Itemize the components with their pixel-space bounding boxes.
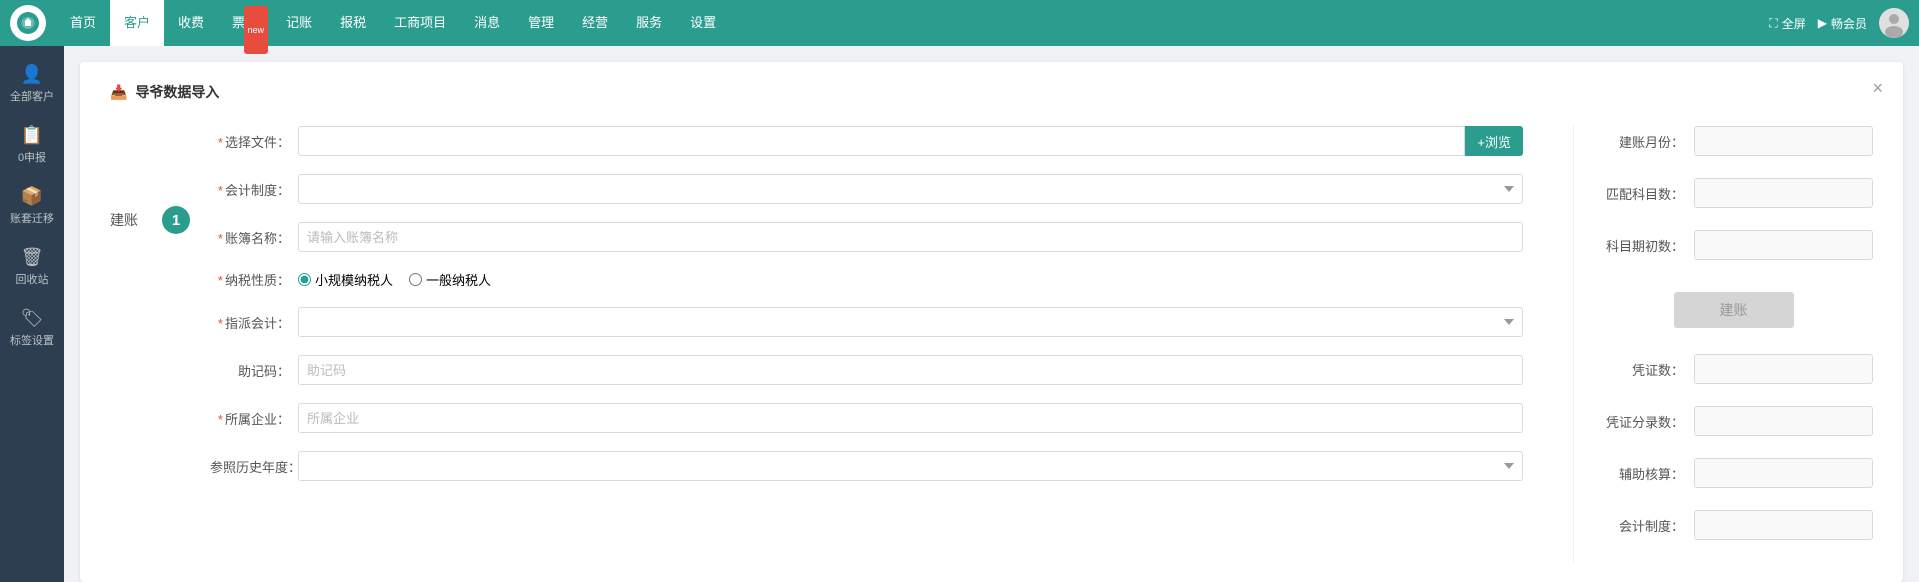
nav-right: ⛶ 全屏 ▶ 畅会员 <box>1769 8 1909 38</box>
history-year-label: 参照历史年度： <box>210 457 290 476</box>
nav-invoice[interactable]: 票据 new <box>218 0 272 46</box>
dialog-header: 📥 导爷数据导入 <box>110 82 1873 102</box>
file-row: *选择文件： +浏览 <box>210 126 1523 156</box>
file-input[interactable] <box>298 126 1465 156</box>
match-subjects-label: 匹配科目数： <box>1594 184 1684 203</box>
period-init-label: 科目期初数： <box>1594 236 1684 255</box>
period-init-value <box>1694 230 1873 260</box>
auxiliary-value <box>1694 458 1873 488</box>
sidebar-item-migration[interactable]: 📦 账套迁移 <box>0 178 64 234</box>
layout: 👤 全部客户 📋 0申报 📦 账套迁移 🗑 回收站 🏷 标签设置 📥 导爷数据导… <box>0 46 1919 582</box>
migration-icon: 📦 <box>21 186 43 207</box>
nav-service[interactable]: 服务 <box>622 0 676 46</box>
nav-message[interactable]: 消息 <box>460 0 514 46</box>
sidebar-item-recycle[interactable]: 🗑 回收站 <box>0 239 64 295</box>
match-subjects-row: 匹配科目数： <box>1594 178 1873 208</box>
member-button[interactable]: ▶ 畅会员 <box>1818 15 1867 32</box>
fullscreen-icon: ⛶ <box>1769 16 1777 31</box>
nav-fee[interactable]: 收费 <box>164 0 218 46</box>
memo-code-input[interactable] <box>298 355 1523 385</box>
radio-general-tax[interactable]: 一般纳税人 <box>409 270 491 289</box>
invoice-badge: new <box>244 6 269 54</box>
sidebar-item-customers[interactable]: 👤 全部客户 <box>0 56 64 112</box>
fullscreen-button[interactable]: ⛶ 全屏 <box>1769 15 1805 32</box>
voucher-entries-row: 凭证分录数： <box>1594 406 1873 436</box>
accounting-system2-value <box>1694 510 1873 540</box>
assign-accountant-select[interactable] <box>298 307 1523 337</box>
section-label: 建账 <box>110 210 138 230</box>
nav-operation[interactable]: 经营 <box>568 0 622 46</box>
declaration-icon: 📋 <box>21 125 43 146</box>
jianzhang-month-value <box>1694 126 1873 156</box>
voucher-entries-value <box>1694 406 1873 436</box>
create-account-button[interactable]: 建账 <box>1674 292 1794 328</box>
dialog-card: 📥 导爷数据导入 × 建账 1 *选择文件 <box>80 62 1903 582</box>
voucher-count-label: 凭证数： <box>1594 360 1684 379</box>
voucher-count-value <box>1694 354 1873 384</box>
match-subjects-value <box>1694 178 1873 208</box>
top-nav: 首页 客户 收费 票据 new 记账 报税 工商项目 消息 管理 经营 服务 设… <box>0 0 1919 46</box>
nav-manage[interactable]: 管理 <box>514 0 568 46</box>
member-icon: ▶ <box>1818 16 1827 30</box>
customers-icon: 👤 <box>21 64 43 85</box>
memo-code-label: 助记码： <box>210 361 290 380</box>
voucher-count-row: 凭证数： <box>1594 354 1873 384</box>
dialog-title: 导爷数据导入 <box>135 82 219 102</box>
close-button[interactable]: × <box>1872 78 1883 99</box>
company-input[interactable] <box>298 403 1523 433</box>
company-row: *所属企业： <box>210 403 1523 433</box>
voucher-entries-label: 凭证分录数： <box>1594 412 1684 431</box>
sidebar-item-tags[interactable]: 🏷 标签设置 <box>0 300 64 356</box>
form-right: 建账月份： 匹配科目数： 科目期初数： 建账 <box>1573 126 1873 562</box>
auxiliary-row: 辅助核算： <box>1594 458 1873 488</box>
ledger-name-label: *账簿名称： <box>210 228 290 247</box>
main-content: 📥 导爷数据导入 × 建账 1 *选择文件 <box>64 46 1919 582</box>
tax-type-row: *纳税性质： 小规模纳税人 一般纳税人 <box>210 270 1523 289</box>
assign-accountant-label: *指派会计： <box>210 313 290 332</box>
sidebar: 👤 全部客户 📋 0申报 📦 账套迁移 🗑 回收站 🏷 标签设置 <box>0 46 64 582</box>
user-avatar[interactable] <box>1879 8 1909 38</box>
sidebar-item-declaration[interactable]: 📋 0申报 <box>0 117 64 173</box>
nav-tax[interactable]: 报税 <box>326 0 380 46</box>
jianzhang-month-row: 建账月份： <box>1594 126 1873 156</box>
file-input-group: +浏览 <box>298 126 1523 156</box>
form-left: *选择文件： +浏览 *会计制度： <box>210 126 1553 499</box>
nav-customer[interactable]: 客户 <box>110 0 164 46</box>
nav-settings[interactable]: 设置 <box>676 0 730 46</box>
ledger-name-row: *账簿名称： <box>210 222 1523 252</box>
assign-accountant-row: *指派会计： <box>210 307 1523 337</box>
nav-business[interactable]: 工商项目 <box>380 0 460 46</box>
tax-radio-group: 小规模纳税人 一般纳税人 <box>298 270 1523 289</box>
auxiliary-label: 辅助核算： <box>1594 464 1684 483</box>
memo-code-row: 助记码： <box>210 355 1523 385</box>
accounting-system-label: *会计制度： <box>210 180 290 199</box>
accounting-system-select[interactable] <box>298 174 1523 204</box>
tags-icon: 🏷 <box>21 308 44 329</box>
file-label: *选择文件： <box>210 132 290 151</box>
period-init-row: 科目期初数： <box>1594 230 1873 260</box>
step-badge: 1 <box>162 206 190 234</box>
nav-bookkeeping[interactable]: 记账 <box>272 0 326 46</box>
nav-home[interactable]: 首页 <box>56 0 110 46</box>
ledger-name-input[interactable] <box>298 222 1523 252</box>
browse-button[interactable]: +浏览 <box>1465 126 1523 156</box>
history-year-row: 参照历史年度： <box>210 451 1523 481</box>
radio-small-tax[interactable]: 小规模纳税人 <box>298 270 393 289</box>
jianzhang-month-label: 建账月份： <box>1594 132 1684 151</box>
app-logo[interactable] <box>10 5 46 41</box>
accounting-system2-row: 会计制度： <box>1594 510 1873 540</box>
recycle-icon: 🗑 <box>21 247 44 268</box>
accounting-system2-label: 会计制度： <box>1594 516 1684 535</box>
accounting-system-row: *会计制度： <box>210 174 1523 204</box>
import-icon: 📥 <box>110 84 127 101</box>
nav-items: 首页 客户 收费 票据 new 记账 报税 工商项目 消息 管理 经营 服务 设… <box>56 0 1769 46</box>
tax-type-label: *纳税性质： <box>210 270 290 289</box>
history-year-select[interactable] <box>298 451 1523 481</box>
company-label: *所属企业： <box>210 409 290 428</box>
